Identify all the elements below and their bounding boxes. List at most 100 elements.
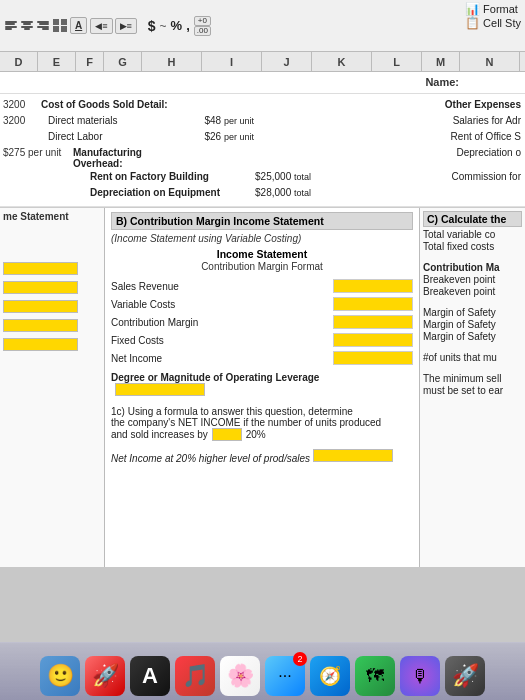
- cell-style-item[interactable]: 📋 Cell Sty: [465, 16, 521, 30]
- cell-dl-value: $26 per unit: [168, 130, 258, 143]
- comma-sign: ,: [186, 18, 190, 33]
- percent-sign: %: [171, 18, 183, 33]
- toolbar: A ◀≡ ▶≡ $ ~ % , +0 .00 📊 Forma: [0, 0, 525, 52]
- dock-rocket[interactable]: 🚀: [445, 656, 485, 696]
- panel-b-subheader: (Income Statement using Variable Costing…: [111, 233, 413, 244]
- is-label-contribution: Contribution Margin: [111, 317, 329, 328]
- onec-label3: and sold increases by: [111, 429, 208, 440]
- is-label-net: Net Income: [111, 353, 329, 364]
- align-right-icon[interactable]: [36, 20, 50, 32]
- panel-c-spacer3: [423, 343, 522, 351]
- yellow-box-4: [3, 319, 78, 332]
- col-header-g[interactable]: G: [104, 52, 142, 71]
- col-header-f[interactable]: F: [76, 52, 104, 71]
- cell-d3: [0, 130, 38, 132]
- is-value-fixed[interactable]: [333, 333, 413, 347]
- net-income-value[interactable]: [313, 449, 393, 462]
- cell-d2[interactable]: 3200: [0, 114, 38, 127]
- cell-other-expenses: Other Expenses: [258, 98, 525, 111]
- cell-rent-value: $25,000 total: [240, 170, 315, 183]
- yellow-box-3: [3, 300, 78, 313]
- dock-appstore[interactable]: A: [130, 656, 170, 696]
- leverage-value[interactable]: [115, 383, 205, 396]
- cell-commission: Commission for: [315, 170, 525, 183]
- net-income-label: Net Income at 20% higher level of prod/s…: [111, 453, 310, 464]
- toolbar-left: A ◀≡ ▶≡ $ ~ % , +0 .00: [4, 16, 521, 36]
- is-row-sales: Sales Revenue: [111, 278, 413, 294]
- is-value-variable[interactable]: [333, 297, 413, 311]
- is-subtitle: Contribution Margin Format: [111, 261, 413, 272]
- decimal-dec-button[interactable]: .00: [194, 26, 211, 36]
- indent-buttons: ◀≡ ▶≡: [90, 18, 137, 34]
- panel-c-spacer2: [423, 298, 522, 306]
- cell-style-label: Cell Sty: [483, 17, 521, 29]
- cell-cogs-detail: Cost of Goods Sold Detail:: [38, 98, 258, 111]
- indent-decrease-button[interactable]: ◀≡: [90, 18, 112, 34]
- is-row-variable: Variable Costs: [111, 296, 413, 312]
- dock-maps[interactable]: 🗺: [355, 656, 395, 696]
- dock-photos[interactable]: 🌸: [220, 656, 260, 696]
- panel-c-row-9: Margin of Safety: [423, 331, 522, 342]
- col-header-j[interactable]: J: [262, 52, 312, 71]
- col-header-h[interactable]: H: [142, 52, 202, 71]
- leverage-label: Degree or Magnitude of Operating Leverag…: [111, 372, 319, 383]
- panels-row: me Statement B) Contribution Margin Inco…: [0, 207, 525, 567]
- yellow-box-5: [3, 338, 78, 351]
- grid-icon[interactable]: [53, 19, 67, 33]
- dock-music[interactable]: 🎵: [175, 656, 215, 696]
- dollar-sign: $: [148, 18, 156, 34]
- alignment-icons[interactable]: [4, 20, 50, 32]
- col-header-d[interactable]: D: [0, 52, 38, 71]
- cell-depreciation: Depreciation o: [270, 146, 525, 159]
- dock-launchpad[interactable]: 🚀: [85, 656, 125, 696]
- format-label: Format: [483, 3, 518, 15]
- is-row-net: Net Income: [111, 350, 413, 366]
- panel-c-row-8: Margin of Safety: [423, 319, 522, 330]
- is-value-sales[interactable]: [333, 279, 413, 293]
- panel-c-row-1: Total fixed costs: [423, 241, 522, 252]
- col-header-e[interactable]: E: [38, 52, 76, 71]
- cell-dm-value: $48 per unit: [168, 114, 258, 127]
- messages-badge: 2: [293, 652, 307, 666]
- cell-empty3: [0, 186, 70, 188]
- col-header-m[interactable]: M: [422, 52, 460, 71]
- cell-direct-materials: Direct materials: [38, 114, 168, 127]
- decimal-inc-button[interactable]: +0: [194, 16, 211, 26]
- dock-safari[interactable]: 🧭: [310, 656, 350, 696]
- col-header-i[interactable]: I: [202, 52, 262, 71]
- format-item[interactable]: 📊 Format: [465, 2, 518, 16]
- cell-rent-office: Rent of Office S: [258, 130, 525, 143]
- is-label-sales: Sales Revenue: [111, 281, 329, 292]
- is-label-variable: Variable Costs: [111, 299, 329, 310]
- align-left-icon[interactable]: [4, 20, 18, 32]
- tilde-icon: ~: [160, 19, 167, 33]
- panel-c-row-11: #of units that mu: [423, 352, 522, 363]
- onec-section: 1c) Using a formula to answer this quest…: [111, 406, 413, 441]
- align-center-icon[interactable]: [20, 20, 34, 32]
- col-header-k[interactable]: K: [312, 52, 372, 71]
- cell-rent-factory: Rent on Factory Building: [70, 170, 240, 183]
- indent-increase-button[interactable]: ▶≡: [115, 18, 137, 34]
- onec-pct-box[interactable]: [212, 428, 242, 441]
- cell-depreciation-value: $28,000 total: [240, 186, 315, 199]
- cell-salaries: Salaries for Adr: [258, 114, 525, 127]
- cell-empty2: [0, 170, 70, 172]
- name-label: Name:: [419, 72, 465, 93]
- panel-c-row-14: must be set to ear: [423, 385, 522, 396]
- underline-a-button[interactable]: A: [70, 17, 87, 34]
- is-value-net[interactable]: [333, 351, 413, 365]
- cell-mfg-overhead: Manufacturing Overhead:: [70, 146, 160, 170]
- table-row: Direct Labor $26 per unit Rent of Office…: [0, 130, 525, 146]
- cell-d1[interactable]: 3200: [0, 98, 38, 111]
- onec-line2: the company's NET INCOME if the number o…: [111, 417, 413, 428]
- col-header-l[interactable]: L: [372, 52, 422, 71]
- dock-finder[interactable]: 🙂: [40, 656, 80, 696]
- panel-c-row-13: The minimum sell: [423, 373, 522, 384]
- panel-c: C) Calculate the Total variable co Total…: [420, 208, 525, 567]
- col-header-n[interactable]: N: [460, 52, 520, 71]
- dock-messages[interactable]: ··· 2: [265, 656, 305, 696]
- panel-c-spacer4: [423, 364, 522, 372]
- is-value-contribution[interactable]: [333, 315, 413, 329]
- dock-siri[interactable]: 🎙: [400, 656, 440, 696]
- table-row: Rent on Factory Building $25,000 total C…: [0, 170, 525, 186]
